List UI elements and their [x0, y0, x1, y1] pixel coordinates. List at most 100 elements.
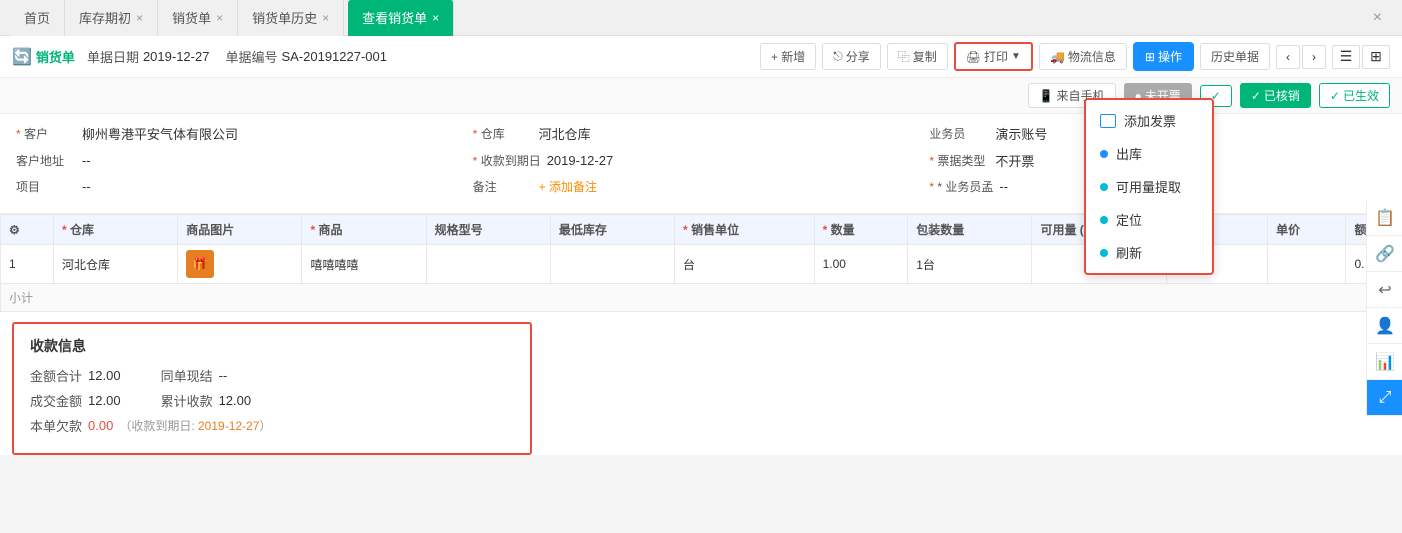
summary-title: 收款信息: [30, 336, 514, 356]
tab-sales-label: 销货单: [172, 8, 211, 27]
phone-icon: 📱: [1039, 89, 1054, 103]
add-note-button[interactable]: + 添加备注: [539, 178, 597, 195]
tab-inventory[interactable]: 库存期初 ×: [65, 0, 158, 36]
cell-spec: [426, 245, 550, 284]
sidebar-user-icon[interactable]: 👤: [1367, 308, 1402, 344]
sidebar-link-icon[interactable]: 🔗: [1367, 236, 1402, 272]
tab-home[interactable]: 首页: [10, 0, 65, 36]
operation-button[interactable]: ⊞ 操作: [1133, 42, 1194, 71]
refresh-label: 刷新: [1116, 243, 1142, 262]
view-btns: ☰ ⊞: [1332, 45, 1390, 69]
add-button[interactable]: + 新增: [760, 43, 816, 70]
outbound-item[interactable]: 出库: [1086, 137, 1212, 170]
total-amount-label: 金额合计: [30, 366, 82, 385]
tab-sales[interactable]: 销货单 ×: [158, 0, 238, 36]
toolbar-right: + 新增 ⎋ 分享 ⿻ 复制 🖨 打印 ▼ 🚚 物流信息: [760, 42, 1390, 71]
col-price: 单价: [1268, 215, 1346, 245]
locate-label: 定位: [1116, 210, 1142, 229]
salesperson-label: * 业务员孟: [929, 178, 993, 195]
copy-icon: ⿻: [898, 48, 910, 65]
cell-warehouse: 河北仓库: [54, 245, 178, 284]
invoice-icon: [1100, 114, 1116, 128]
tab-view-sales[interactable]: 查看销货单 ×: [348, 0, 454, 36]
col-sale-unit: 销售单位: [675, 215, 815, 245]
operation-icon: ⊞: [1145, 50, 1155, 64]
deal-amount-value: 12.00: [88, 393, 121, 408]
tab-view-sales-label: 查看销货单: [362, 8, 427, 27]
sidebar-return-icon[interactable]: ↩: [1367, 272, 1402, 308]
cancelled-button[interactable]: ✓ 已核销: [1240, 83, 1311, 108]
due-date-value: 2019-12-27: [547, 153, 614, 168]
cell-min-stock: [550, 245, 674, 284]
col-spec: 规格型号: [426, 215, 550, 245]
subtotal-row: 小计: [1, 284, 1402, 312]
list-view-button[interactable]: ☰: [1332, 45, 1360, 69]
summary-section: 收款信息 金额合计 12.00 同单现结 -- 成交金额 12.00 累计收款: [12, 322, 532, 455]
tab-view-sales-close[interactable]: ×: [432, 11, 439, 25]
cell-sale-unit: 台: [675, 245, 815, 284]
right-sidebar: 📋 🔗 ↩ 👤 📊 ⤢: [1366, 200, 1402, 416]
sidebar-doc-icon[interactable]: 📋: [1367, 200, 1402, 236]
staff-value: 演示账号: [995, 124, 1047, 143]
summary-same-settle: 同单现结 --: [161, 366, 228, 385]
customer-value: 柳州粤港平安气体有限公司: [82, 124, 238, 143]
cell-product-img: 🎁: [178, 245, 302, 284]
print-icon: 🖨: [966, 50, 981, 64]
summary-total-amount: 金额合计 12.00: [30, 366, 121, 385]
col-min-stock: 最低库存: [550, 215, 674, 245]
salesperson-value: --: [999, 179, 1008, 194]
cancelled-icon: ✓: [1251, 89, 1261, 103]
tab-sales-close[interactable]: ×: [216, 11, 223, 25]
project-value: --: [82, 179, 91, 194]
share-icon: ⎋: [833, 49, 843, 64]
locate-item[interactable]: 定位: [1086, 203, 1212, 236]
share-button[interactable]: ⎋ 分享: [822, 43, 881, 70]
cell-product: 嘻嘻嘻嘻: [302, 245, 426, 284]
note-label: 备注: [473, 178, 533, 195]
tab-inventory-close[interactable]: ×: [136, 11, 143, 25]
field-due-date: 收款到期日 2019-12-27: [473, 152, 930, 169]
warehouse-value: 河北仓库: [539, 124, 591, 143]
prev-button[interactable]: ‹: [1276, 45, 1300, 69]
window-close-button[interactable]: ×: [1363, 9, 1392, 27]
owed-label: 本单欠款: [30, 416, 82, 435]
sidebar-expand-icon[interactable]: ⤢: [1367, 380, 1402, 416]
cell-price: [1268, 245, 1346, 284]
field-customer: 客户 柳州粤港平安气体有限公司: [16, 124, 473, 143]
ticket-type-label: 票据类型: [929, 152, 989, 169]
next-button[interactable]: ›: [1302, 45, 1326, 69]
due-date-label: 收款到期日: [473, 152, 541, 169]
tab-sales-history-close[interactable]: ×: [322, 11, 329, 25]
grid-view-button[interactable]: ⊞: [1362, 45, 1390, 69]
tab-sales-history[interactable]: 销货单历史 ×: [238, 0, 344, 36]
history-button[interactable]: 历史单据: [1200, 43, 1270, 70]
summary-row-3: 本单欠款 0.00 （收款到期日: 2019-12-27）: [30, 416, 514, 435]
doc-toolbar: 🔄 销货单 单据日期 2019-12-27 单据编号 SA-20191227-0…: [0, 36, 1402, 78]
print-button[interactable]: 🖨 打印 ▼: [954, 42, 1033, 71]
nav-arrows: ‹ ›: [1276, 45, 1326, 69]
total-amount-value: 12.00: [88, 368, 121, 383]
refresh-icon: [1100, 249, 1108, 257]
available-qty-item[interactable]: 可用量提取: [1086, 170, 1212, 203]
refresh-item[interactable]: 刷新: [1086, 236, 1212, 269]
owed-value: 0.00: [88, 418, 113, 433]
copy-button[interactable]: ⿻ 复制: [887, 43, 948, 70]
effective-button[interactable]: ✓ 已生效: [1319, 83, 1390, 108]
tabs-bar: 首页 库存期初 × 销货单 × 销货单历史 × 查看销货单 × ×: [0, 0, 1402, 36]
print-dropdown-arrow[interactable]: ▼: [1011, 51, 1021, 62]
summary-owed: 本单欠款 0.00 （收款到期日: 2019-12-27）: [30, 416, 271, 435]
add-invoice-item[interactable]: 添加发票: [1086, 104, 1212, 137]
cell-pack-qty: 1台: [908, 245, 1032, 284]
locate-icon: [1100, 216, 1108, 224]
sidebar-chart-icon[interactable]: 📊: [1367, 344, 1402, 380]
tab-sales-history-label: 销货单历史: [252, 8, 317, 27]
col-warehouse: 仓库: [54, 215, 178, 245]
total-receipt-value: 12.00: [219, 393, 252, 408]
same-settle-value: --: [219, 368, 228, 383]
field-address: 客户地址 --: [16, 152, 473, 169]
logistics-button[interactable]: 🚚 物流信息: [1039, 43, 1127, 70]
col-setting[interactable]: ⚙: [1, 215, 54, 245]
available-qty-icon: [1100, 183, 1108, 191]
field-warehouse: 仓库 河北仓库: [473, 124, 930, 143]
add-invoice-label: 添加发票: [1124, 111, 1176, 130]
